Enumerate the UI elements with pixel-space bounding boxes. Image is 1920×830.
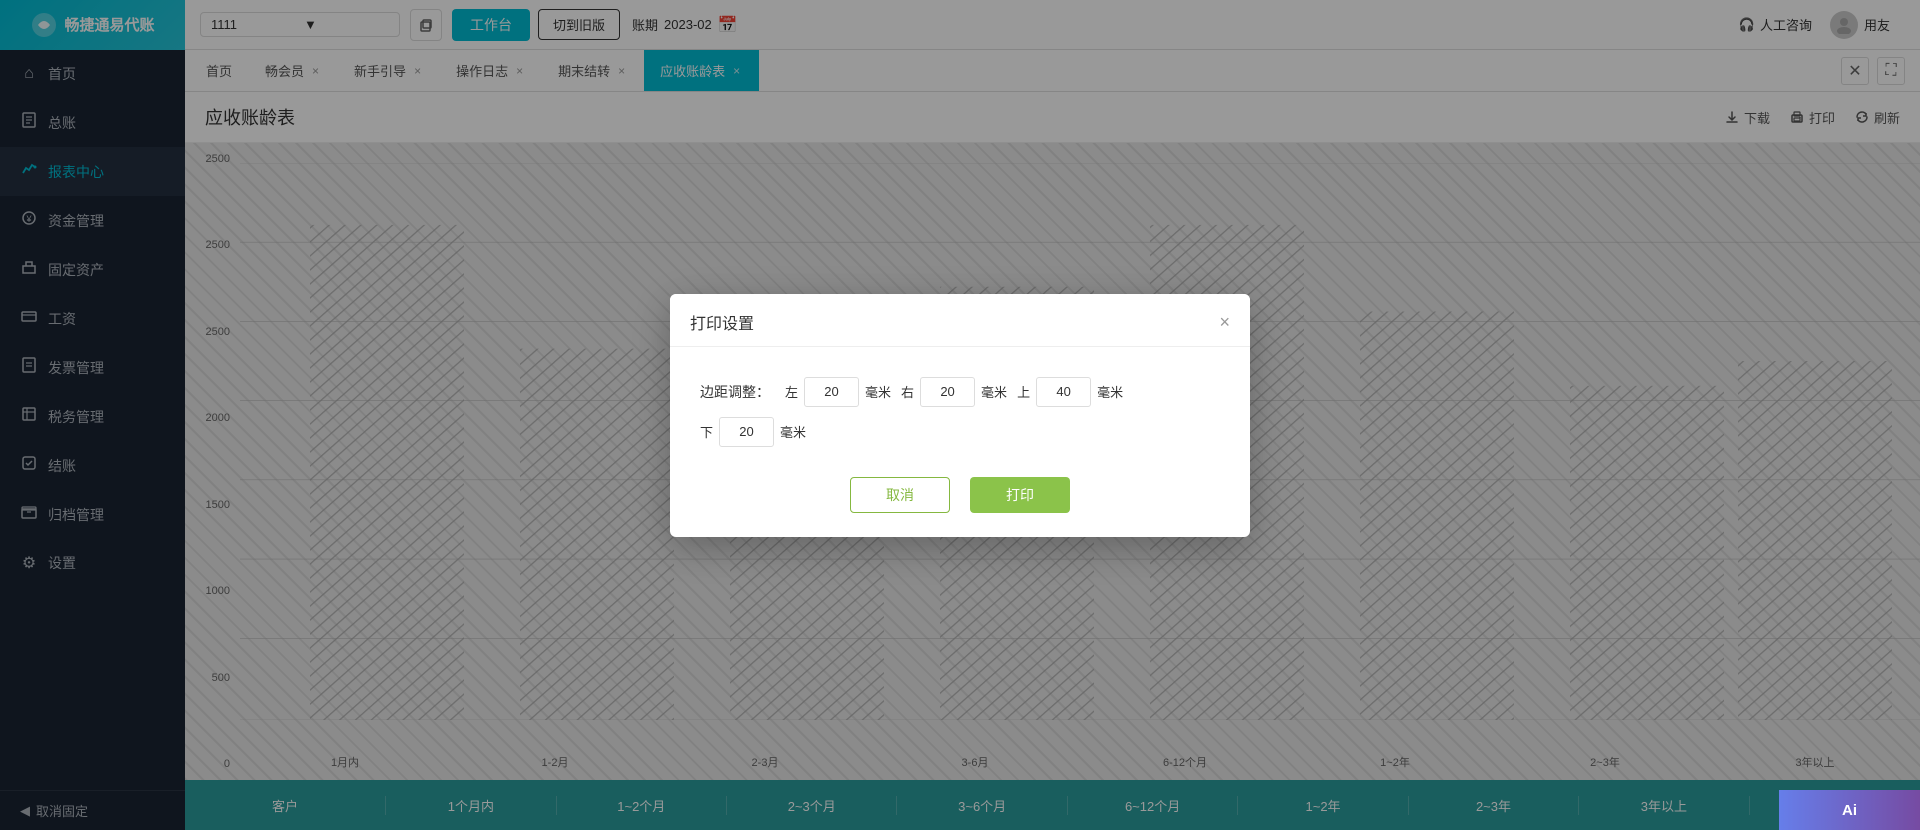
bottom-margin-input[interactable] bbox=[719, 417, 774, 447]
bottom-unit: 毫米 bbox=[780, 422, 806, 441]
print-confirm-button[interactable]: 打印 bbox=[970, 477, 1070, 513]
left-margin-input[interactable] bbox=[804, 377, 859, 407]
right-label: 右 bbox=[901, 382, 914, 401]
right-unit: 毫米 bbox=[981, 382, 1007, 401]
right-margin-group: 右 毫米 bbox=[901, 377, 1007, 407]
margin-row: 边距调整： 左 毫米 右 毫米 上 毫米 下 bbox=[700, 377, 1220, 447]
print-dialog: 打印设置 × 边距调整： 左 毫米 右 毫米 上 毫米 bbox=[670, 294, 1250, 537]
bottom-label: 下 bbox=[700, 422, 713, 441]
top-margin-input[interactable] bbox=[1036, 377, 1091, 407]
dialog-header: 打印设置 × bbox=[670, 294, 1250, 347]
ai-badge[interactable]: Ai bbox=[1779, 790, 1920, 830]
ai-badge-label: Ai bbox=[1842, 802, 1857, 819]
margin-adjust-label: 边距调整： bbox=[700, 382, 770, 402]
dialog-title: 打印设置 bbox=[690, 310, 754, 334]
top-margin-group: 上 毫米 bbox=[1017, 377, 1123, 407]
right-margin-input[interactable] bbox=[920, 377, 975, 407]
top-unit: 毫米 bbox=[1097, 382, 1123, 401]
left-label: 左 bbox=[785, 382, 798, 401]
bottom-margin-group: 下 毫米 bbox=[700, 417, 806, 447]
cancel-button[interactable]: 取消 bbox=[850, 477, 950, 513]
dialog-close-button[interactable]: × bbox=[1219, 313, 1230, 331]
left-margin-group: 左 毫米 bbox=[785, 377, 891, 407]
modal-overlay: 打印设置 × 边距调整： 左 毫米 右 毫米 上 毫米 bbox=[0, 0, 1920, 830]
dialog-footer: 取消 打印 bbox=[670, 467, 1250, 537]
top-label: 上 bbox=[1017, 382, 1030, 401]
dialog-body: 边距调整： 左 毫米 右 毫米 上 毫米 下 bbox=[670, 347, 1250, 467]
left-unit: 毫米 bbox=[865, 382, 891, 401]
